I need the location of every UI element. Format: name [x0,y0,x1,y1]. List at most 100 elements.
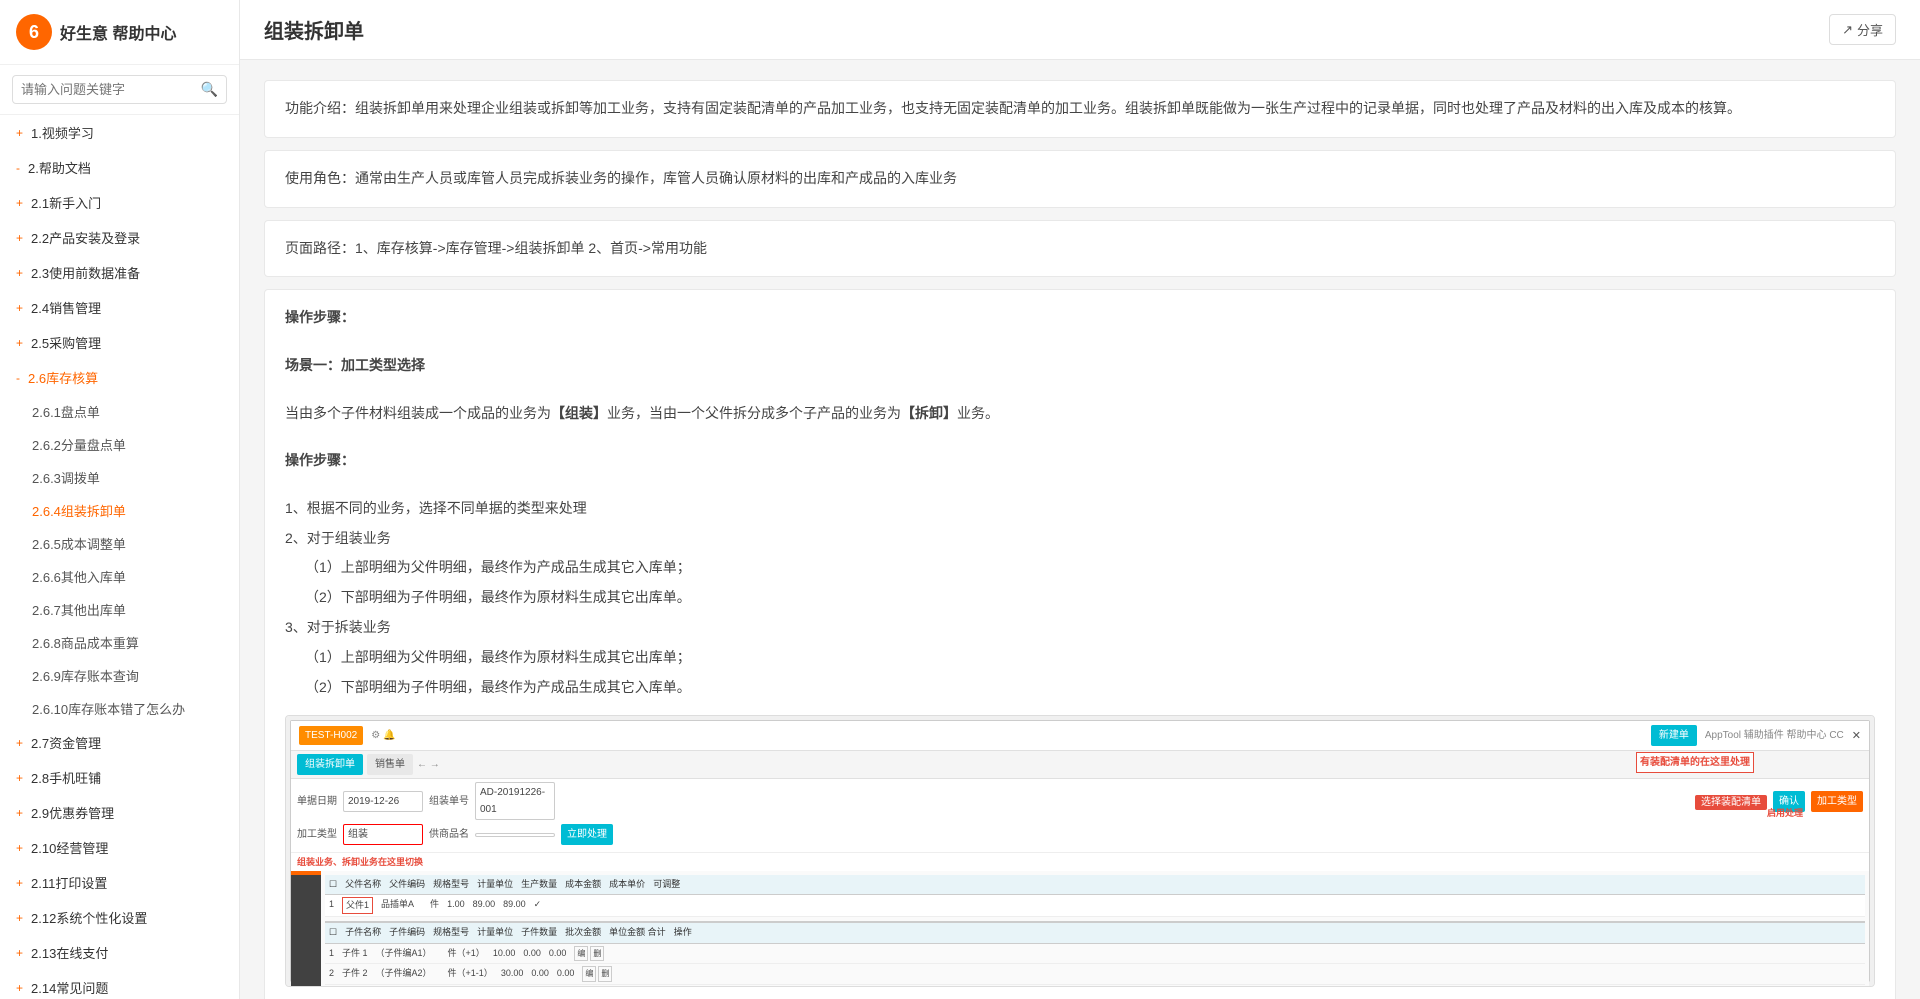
mock-select-btn[interactable]: 选择装配清单 [1695,795,1767,810]
nav-item-nav-2-6[interactable]: - 2.6库存核算 [0,360,239,395]
mock-topbar: TEST-H002 ⚙ 🔔 新建单 AppTool 辅助插件 帮助中心 CC ✕ [291,721,1869,751]
nav-item-nav-2-12[interactable]: + 2.12系统个性化设置 [0,900,239,935]
mock-supplier-input [475,833,555,837]
mock-form-row2: 加工类型 组装 供商品名 立即处理 启用处理 [297,824,1863,845]
mock-supplier-label: 供商品名 [429,826,469,843]
nav-item-nav-2-1[interactable]: + 2.1新手入门 [0,185,239,220]
nav-list: + 1.视频学习- 2.帮助文档+ 2.1新手入门+ 2.2产品安装及登录+ 2… [0,115,239,999]
mock-company: TEST-H002 [299,726,363,745]
mock-order-input: AD-20191226-001 [475,782,555,820]
mock-sidebar [291,871,321,987]
share-label: 分享 [1857,20,1883,39]
mock-annotation1-area: 选择装配清单 [1695,789,1767,813]
scene-title: 场景一：加工类型选择 [285,354,1875,378]
content-area: 功能介绍：组装拆卸单用来处理企业组装或拆卸等加工业务，支持有固定装配清单的产品加… [240,60,1920,999]
col-qty: 生产数量 [521,877,557,892]
col2-amount: 批次金额 [565,925,601,940]
nav-item-nav-2-9[interactable]: + 2.9优惠券管理 [0,795,239,830]
nav-item-nav-2-4[interactable]: + 2.4销售管理 [0,290,239,325]
screenshot-inner: TEST-H002 ⚙ 🔔 新建单 AppTool 辅助插件 帮助中心 CC ✕… [286,716,1874,986]
share-button[interactable]: ↗ 分享 [1829,14,1896,45]
mock-type-input: 组装 [343,824,423,845]
mock-upper-table-header: ☐ 父件名称 父件编码 规格型号 计量单位 生产数量 成本金额 成本单价 可调整 [325,875,1865,895]
nav-subitem-nav-2-6-9[interactable]: 2.6.9库存账本查询 [0,659,239,692]
row1-qty: 1.00 [447,897,465,914]
nav-subitem-nav-2-6-4[interactable]: 2.6.4组装拆卸单 [0,494,239,527]
row1-code: 品插单A [381,897,414,914]
page-title: 组装拆卸单 [264,15,364,44]
nav-subitem-nav-2-6-1[interactable]: 2.6.1盘点单 [0,395,239,428]
mock-topbar-right: AppTool 辅助插件 帮助中心 CC [1705,727,1844,744]
step2: 2、对于组装业务 [285,527,1875,551]
col2-spec: 规格型号 [433,925,469,940]
row1-check: 1 [329,897,334,914]
mock-process-btn[interactable]: 立即处理 [561,824,613,845]
col-spec: 规格型号 [433,877,469,892]
row1-unit: 件 [430,897,439,914]
row1-name: 父件1 [342,897,373,914]
overlay-annotation1: 有装配清单的在这里处理 [1636,752,1754,773]
col-parent-code: 父件编码 [389,877,425,892]
nav-subitem-nav-2-6-10[interactable]: 2.6.10库存账本错了怎么办 [0,692,239,725]
nav-item-nav-2-11[interactable]: + 2.11打印设置 [0,865,239,900]
mock-type-btn[interactable]: 加工类型 [1811,791,1863,812]
col2-name: 子件名称 [345,925,381,940]
mock-sidebar-indicator [291,871,321,875]
mock-tab-active[interactable]: 新建单 [1651,725,1697,746]
lower-row1: 1 子件 1 （子件编A1） 件（+1） 10.00 0.00 0.00 编删 [325,944,1865,965]
nav-item-nav-2-10[interactable]: + 2.10经营管理 [0,830,239,865]
col2-unit: 计量单位 [477,925,513,940]
nav-subitem-nav-2-6-6[interactable]: 2.6.6其他入库单 [0,560,239,593]
mock-window: TEST-H002 ⚙ 🔔 新建单 AppTool 辅助插件 帮助中心 CC ✕… [290,720,1870,982]
intro-card: 功能介绍：组装拆卸单用来处理企业组装或拆卸等加工业务，支持有固定装配清单的产品加… [264,80,1896,138]
mock-annotations-layer: 组装业务、拆卸业务在这里切换 [291,855,1869,870]
mock-order-label: 组装单号 [429,793,469,810]
nav-parent-nav-1[interactable]: + 1.视频学习 [0,115,239,150]
steps-title: 操作步骤： [285,449,1875,473]
col2-unit-price: 单位金额 合计 [609,925,666,940]
nav-subitem-nav-2-6-7[interactable]: 2.6.7其他出库单 [0,593,239,626]
nav-subitem-nav-2-6-3[interactable]: 2.6.3调拨单 [0,461,239,494]
lower-row3: 3 [325,985,1865,987]
mock-body: ☐ 父件名称 父件编码 规格型号 计量单位 生产数量 成本金额 成本单价 可调整 [291,871,1869,987]
nav-item-nav-2-14[interactable]: + 2.14常见问题 [0,970,239,999]
lower-row2: 2 子件 2 （子件编A2） 件（+1-1） 30.00 0.00 0.00 编… [325,964,1865,985]
screenshot-container: TEST-H002 ⚙ 🔔 新建单 AppTool 辅助插件 帮助中心 CC ✕… [285,715,1875,987]
sidebar: 6 好生意 帮助中心 🔍 + 1.视频学习- 2.帮助文档+ 2.1新手入门+ … [0,0,240,999]
nav-item-nav-2-7[interactable]: + 2.7资金管理 [0,725,239,760]
nav-subitem-nav-2-6-2[interactable]: 2.6.2分量盘点单 [0,428,239,461]
annotation-zuzhuang: 组装业务、拆卸业务在这里切换 [291,855,1869,870]
nav-item-nav-2-2[interactable]: + 2.2产品安装及登录 [0,220,239,255]
step3-2: （2）下部明细为子件明细，最终作为产成品生成其它入库单。 [285,676,1875,700]
mock-form-row1: 单据日期 2019-12-26 组装单号 AD-20191226-001 选择装… [297,782,1863,820]
search-icon[interactable]: 🔍 [201,81,218,98]
col-parent-name: 父件名称 [345,877,381,892]
mock-nav-icons: ← → [417,756,440,773]
nav-subitem-nav-2-6-5[interactable]: 2.6.5成本调整单 [0,527,239,560]
mock-close-icon[interactable]: ✕ [1852,727,1861,746]
nav-item-nav-2-13[interactable]: + 2.13在线支付 [0,935,239,970]
nav-parent-nav-2[interactable]: - 2.帮助文档 [0,150,239,185]
col2-qty: 子件数量 [521,925,557,940]
mock-nav-row: 组装拆卸单 销售单 ← → [291,751,1869,779]
mock-tab-assembly[interactable]: 组装拆卸单 [297,754,363,775]
nav-item-nav-2-3[interactable]: + 2.3使用前数据准备 [0,255,239,290]
mock-upper-row1: 1 父件1 品插单A 件 1.00 89.00 89.00 ✓ [325,895,1865,917]
nav-item-nav-2-5[interactable]: + 2.5采购管理 [0,325,239,360]
nav-item-nav-2-8[interactable]: + 2.8手机旺铺 [0,760,239,795]
operations-card: 操作步骤： 场景一：加工类型选择 当由多个子件材料组装成一个成品的业务为【组装】… [264,289,1896,999]
nav-subitem-nav-2-6-8[interactable]: 2.6.8商品成本重算 [0,626,239,659]
mock-lower-table-header: ☐ 子件名称 子件编码 规格型号 计量单位 子件数量 批次金额 单位金额 合计 … [325,921,1865,943]
mock-type-label: 加工类型 [297,826,337,843]
logo-icon: 6 [16,14,52,50]
step1: 1、根据不同的业务，选择不同单据的类型来处理 [285,497,1875,521]
path-card: 页面路径：1、库存核算->库存管理->组装拆卸单 2、首页->常用功能 [264,220,1896,278]
step2-1: （1）上部明细为父件明细，最终作为产成品生成其它入库单； [285,556,1875,580]
top-bar: 组装拆卸单 ↗ 分享 [240,0,1920,60]
path-text: 页面路径：1、库存核算->库存管理->组装拆卸单 2、首页->常用功能 [285,237,1875,261]
mock-tab-other[interactable]: 销售单 [367,754,413,775]
operation-title: 操作步骤： [285,306,1875,330]
col-cost: 成本金额 [565,877,601,892]
search-input[interactable] [21,82,201,97]
role-text: 使用角色：通常由生产人员或库管人员完成拆装业务的操作，库管人员确认原材料的出库和… [285,167,1875,191]
